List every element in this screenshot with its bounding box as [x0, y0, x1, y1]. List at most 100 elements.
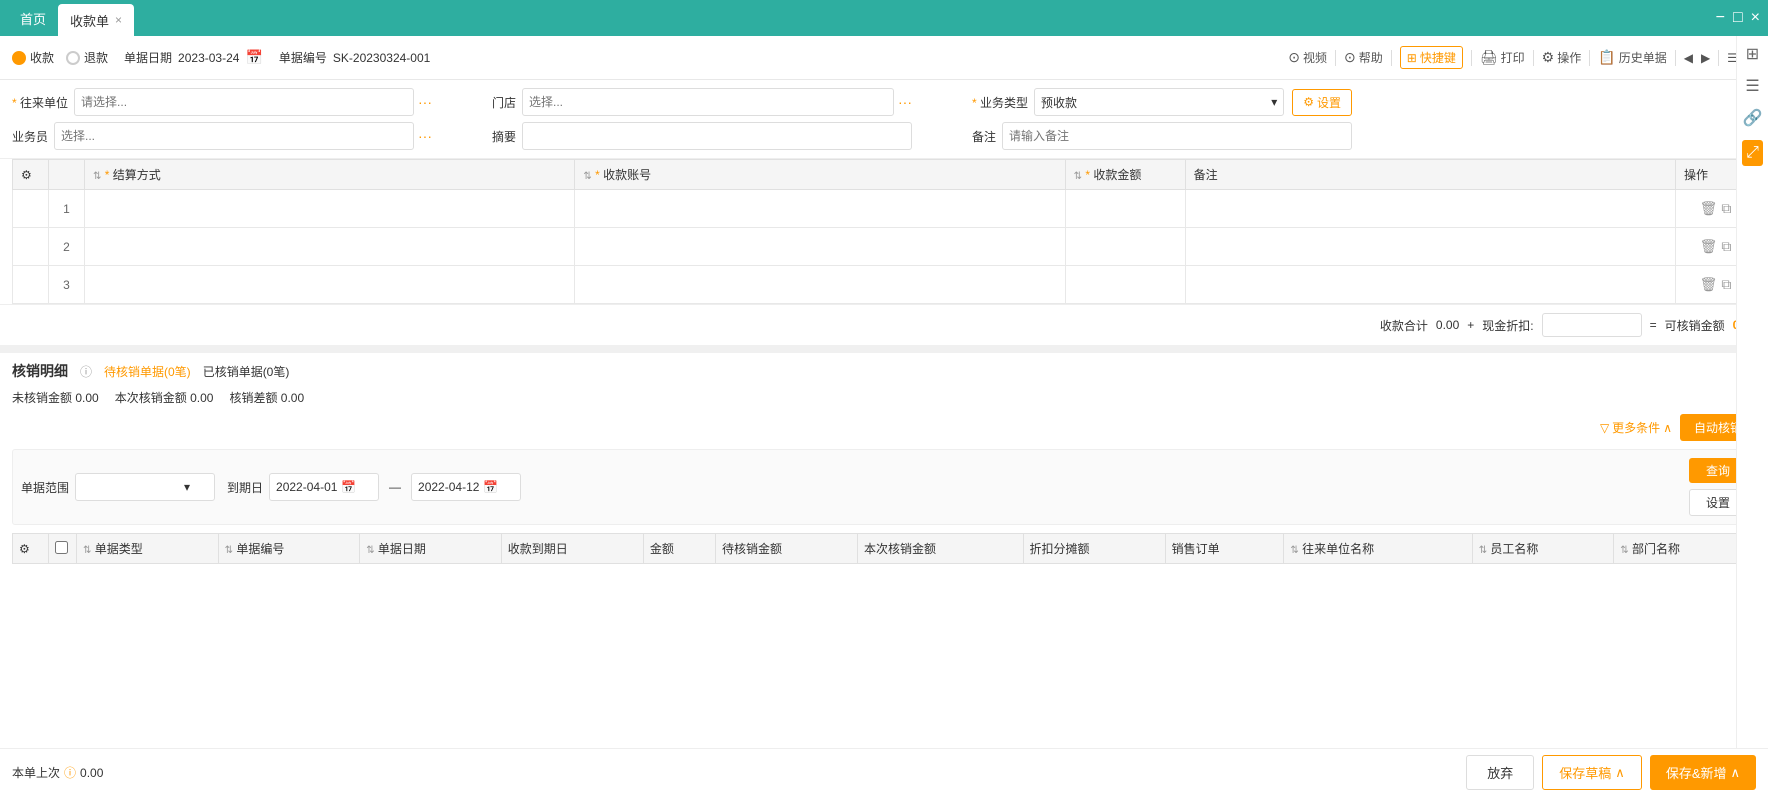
row-remark[interactable] [1185, 190, 1675, 228]
settlement-input[interactable] [85, 190, 574, 227]
partner-more-icon[interactable]: ··· [418, 94, 432, 110]
select-all-checkbox[interactable] [55, 541, 68, 554]
shortcut-btn[interactable]: ⊞ 快捷键 [1400, 46, 1463, 69]
row-amount[interactable] [1065, 190, 1185, 228]
th-gear[interactable]: ⚙ [13, 160, 49, 190]
radio-tuikuan[interactable]: 退款 [66, 49, 108, 66]
row-remark[interactable] [1185, 266, 1675, 304]
tab-close-icon[interactable]: × [115, 13, 122, 27]
row-account[interactable] [575, 266, 1065, 304]
account-input[interactable] [575, 266, 1064, 303]
staff-more-icon[interactable]: ··· [418, 128, 432, 144]
abandon-btn[interactable]: 放弃 [1466, 755, 1534, 790]
sort-staff[interactable]: ⇅ [1479, 545, 1487, 556]
date-field: 单据日期 2023-03-24 📅 [124, 49, 263, 66]
maximize-icon[interactable]: □ [1733, 9, 1743, 27]
remark-field: 备注 [972, 122, 1352, 150]
info-icon[interactable]: ⓘ [64, 764, 76, 781]
row-gear [13, 266, 49, 304]
settlement-input[interactable] [85, 266, 574, 303]
row-account[interactable] [575, 190, 1065, 228]
sort-dept[interactable]: ⇅ [1620, 545, 1628, 556]
remark-input[interactable] [1002, 122, 1352, 150]
row-settlement[interactable] [85, 190, 575, 228]
sidebar-list-icon[interactable]: ☰ [1745, 76, 1759, 96]
history-btn[interactable]: 📋 历史单据 [1598, 49, 1666, 66]
save-new-btn[interactable]: 保存&新增 ∧ [1650, 755, 1756, 790]
sort-icon3[interactable]: ⇅ [1074, 171, 1082, 182]
due-label: 到期日 [227, 479, 263, 496]
sort-icon2[interactable]: ⇅ [583, 171, 591, 182]
settlement-input[interactable] [85, 228, 574, 265]
calendar-icon[interactable]: 📅 [245, 49, 262, 66]
delete-icon[interactable]: 🗑 [1700, 200, 1718, 217]
bottom-actions: 放弃 保存草稿 ∧ 保存&新增 ∧ [1466, 755, 1756, 790]
sort-date[interactable]: ⇅ [366, 545, 374, 556]
sidebar-expand-icon[interactable]: ⤢ [1742, 140, 1763, 166]
type-radio-group: 收款 退款 [12, 49, 108, 66]
hexiao-done-tab[interactable]: 已核销单据(0笔) [203, 363, 290, 380]
help-btn[interactable]: ⊙ 帮助 [1344, 49, 1383, 66]
business-type-select[interactable]: 预收款 ▾ [1034, 88, 1284, 116]
row-settlement[interactable] [85, 266, 575, 304]
sidebar-table-icon[interactable]: ⊞ [1746, 44, 1759, 64]
remark-input2[interactable] [1186, 190, 1675, 227]
minimize-icon[interactable]: − [1716, 9, 1725, 27]
partner-input[interactable] [74, 88, 414, 116]
uncleared-stat: 未核销金额 0.00 [12, 389, 99, 406]
date-from[interactable]: 2022-04-01 📅 [269, 473, 379, 501]
amount-input[interactable] [1066, 190, 1185, 227]
sort-icon[interactable]: ⇅ [93, 171, 101, 182]
remark-label: 备注 [972, 128, 996, 145]
row-amount[interactable] [1065, 228, 1185, 266]
delete-icon[interactable]: 🗑 [1700, 276, 1718, 293]
range-select[interactable]: ▾ [75, 473, 215, 501]
account-input[interactable] [575, 190, 1064, 227]
shop-more-icon[interactable]: ··· [898, 94, 912, 110]
tab-active[interactable]: 收款单 × [58, 4, 134, 36]
chevron-down-icon: ▾ [1271, 95, 1277, 109]
account-input[interactable] [575, 228, 1064, 265]
row-settlement[interactable] [85, 228, 575, 266]
next-page-btn[interactable]: ▶ [1701, 51, 1710, 65]
items-table: ⚙ ⇅ * 结算方式 ⇅ * 收款账号 ⇅ * 收款 [12, 159, 1756, 304]
sort-type[interactable]: ⇅ [83, 545, 91, 556]
copy-icon[interactable]: ⧉ [1721, 276, 1731, 293]
shop-input[interactable] [522, 88, 894, 116]
more-conditions-btn[interactable]: ▽ 更多条件 ∧ [1600, 419, 1672, 436]
copy-icon[interactable]: ⧉ [1721, 238, 1731, 255]
th-checkbox[interactable] [49, 534, 77, 564]
delete-icon[interactable]: 🗑 [1700, 238, 1718, 255]
table-row: 1 🗑 ⧉ [13, 190, 1756, 228]
summary-label: 摘要 [492, 128, 516, 145]
discount-input[interactable] [1542, 313, 1642, 337]
remark-input2[interactable] [1186, 228, 1675, 265]
radio-shoukuan[interactable]: 收款 [12, 49, 54, 66]
date-to[interactable]: 2022-04-12 📅 [411, 473, 521, 501]
tab-home[interactable]: 首页 [8, 0, 58, 36]
staff-input[interactable] [54, 122, 414, 150]
row-remark[interactable] [1185, 228, 1675, 266]
settings-button[interactable]: ⚙ 设置 [1292, 89, 1352, 116]
sidebar-link-icon[interactable]: 🔗 [1743, 108, 1763, 128]
print-btn[interactable]: 🖨 打印 [1480, 49, 1525, 66]
remark-input2[interactable] [1186, 266, 1675, 303]
window-close-icon[interactable]: × [1751, 9, 1760, 27]
th-gear2[interactable]: ⚙ [13, 534, 49, 564]
copy-icon[interactable]: ⧉ [1721, 200, 1731, 217]
prev-page-btn[interactable]: ◀ [1684, 51, 1693, 65]
hexiao-info-icon[interactable]: ⓘ [80, 363, 92, 380]
save-draft-btn[interactable]: 保存草稿 ∧ [1542, 755, 1642, 790]
sort-number[interactable]: ⇅ [225, 545, 233, 556]
row-amount[interactable] [1065, 266, 1185, 304]
amount-input[interactable] [1066, 266, 1185, 303]
amount-input[interactable] [1066, 228, 1185, 265]
sort-partner[interactable]: ⇅ [1290, 545, 1298, 556]
video-btn[interactable]: ⊙ 视频 [1288, 49, 1327, 66]
video-label: 视频 [1303, 49, 1327, 66]
divider6 [1675, 50, 1676, 66]
summary-input[interactable] [522, 122, 912, 150]
operation-btn[interactable]: ⚙ 操作 [1542, 49, 1582, 66]
row-account[interactable] [575, 228, 1065, 266]
hexiao-pending-tab[interactable]: 待核销单据(0笔) [104, 363, 191, 380]
